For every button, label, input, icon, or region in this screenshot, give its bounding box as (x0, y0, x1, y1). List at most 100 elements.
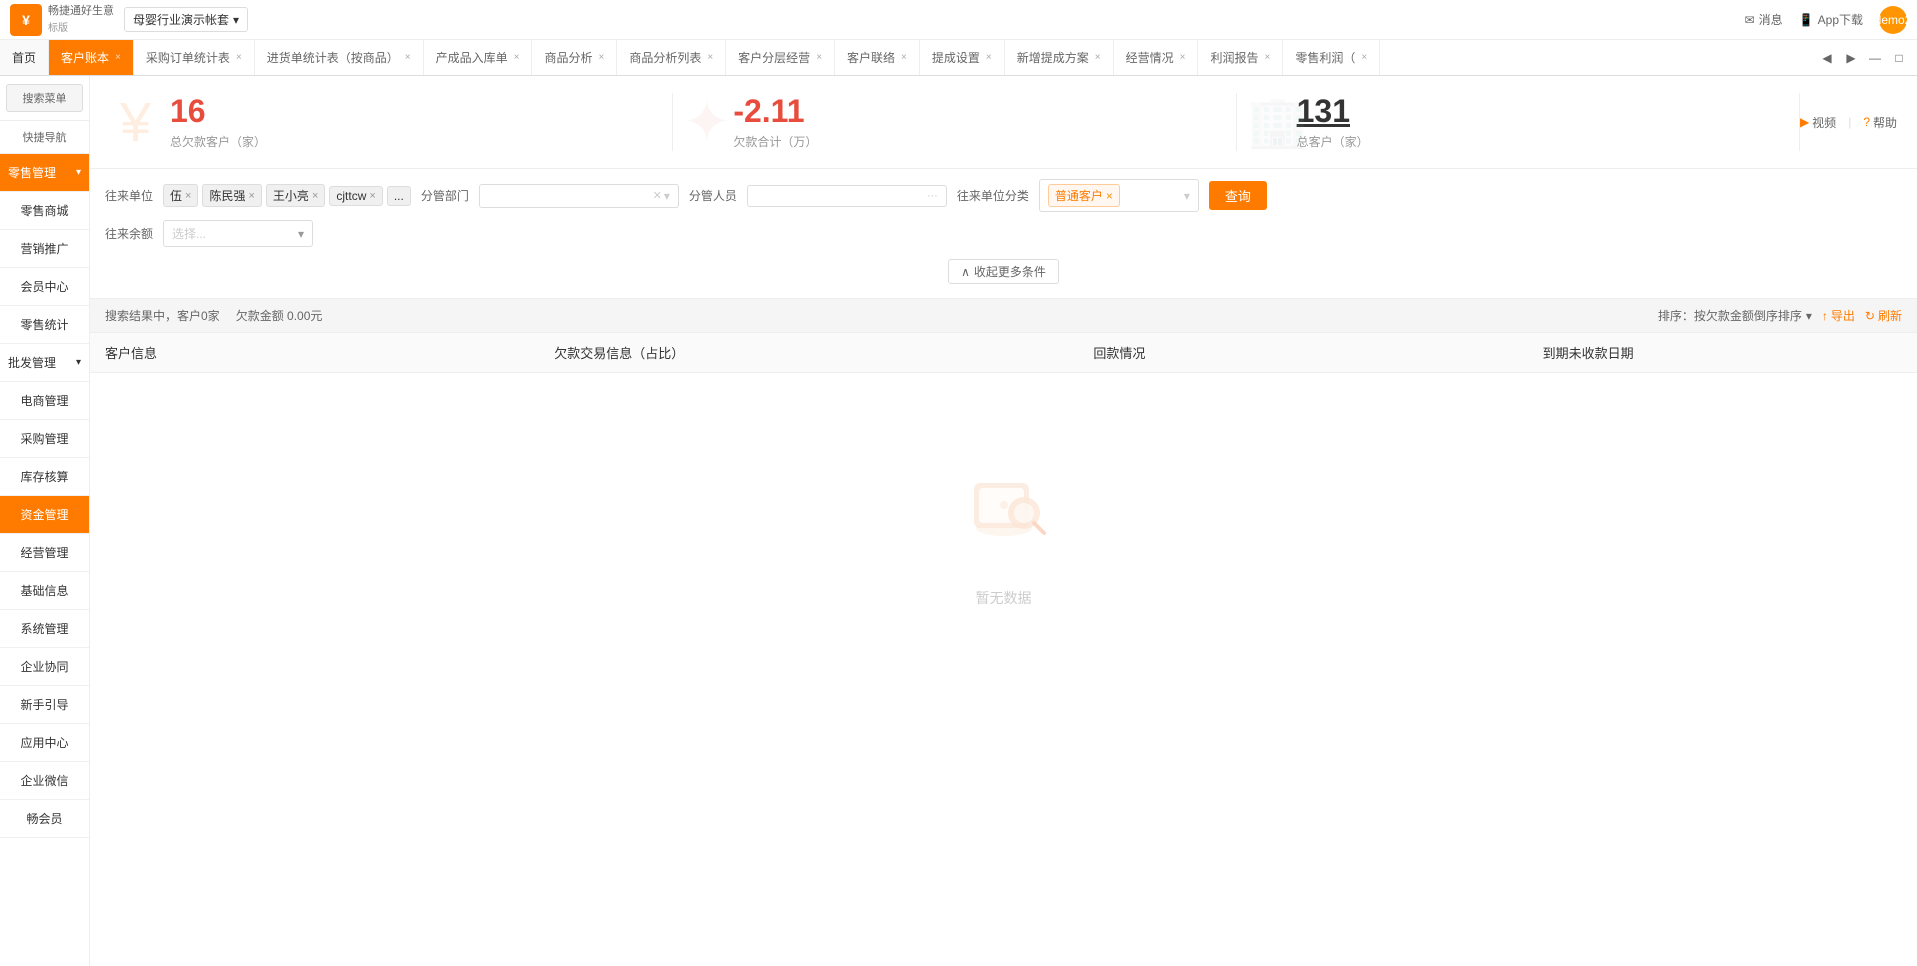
stat-total-clients: 🏢 131 总客户（家） (1237, 86, 1800, 158)
sidebar-item-enterprise-wechat[interactable]: 企业微信 (0, 762, 89, 800)
filter-dept-dropdown[interactable]: ✕ ▾ (479, 184, 679, 208)
filter-tag-cjttcw-close[interactable]: × (369, 190, 375, 202)
sidebar-item-wholesale-mgmt[interactable]: 批发管理 ▾ (0, 344, 89, 382)
filter-person-dropdown[interactable]: ··· (747, 185, 947, 207)
tab-inventory-stats[interactable]: 进货单统计表（按商品） × (255, 40, 424, 76)
filter-category-dropdown[interactable]: 普通客户 × ▾ (1039, 179, 1199, 212)
user-avatar[interactable]: demo2 (1879, 6, 1907, 34)
close-icon[interactable]: × (816, 52, 822, 63)
tab-product-analysis-list-label: 商品分析列表 (629, 49, 701, 66)
tab-prev-button[interactable]: ◀ (1817, 48, 1837, 68)
sidebar-item-ecommerce-mgmt-label: 电商管理 (20, 392, 68, 409)
tab-customer-segment[interactable]: 客户分层经营 × (726, 40, 835, 76)
tab-profit-report[interactable]: 利润报告 × (1198, 40, 1283, 76)
tab-inventory-stats-label: 进货单统计表（按商品） (267, 49, 399, 66)
tab-business-status[interactable]: 经营情况 × (1114, 40, 1199, 76)
video-link[interactable]: ▶ 视频 (1800, 114, 1836, 131)
window-maximize-button[interactable]: □ (1889, 48, 1909, 68)
close-icon[interactable]: × (1361, 52, 1367, 63)
close-icon[interactable]: × (1264, 52, 1270, 63)
filter-tag-chen-close[interactable]: × (248, 190, 254, 202)
sidebar-item-vip-member[interactable]: 畅会员 (0, 800, 89, 838)
filter-tag-more[interactable]: ... (387, 186, 411, 206)
account-selector[interactable]: 母婴行业演示帐套 ▾ (124, 7, 248, 32)
tab-retail-profit-label: 零售利润（ (1295, 49, 1355, 66)
results-bar: 搜索结果中，客户0家 欠款金额 0.00元 排序：按欠款金额倒序排序 ▾ ↑ 导… (90, 299, 1917, 333)
close-icon[interactable]: × (901, 52, 907, 63)
app-download-button[interactable]: 📱 App下载 (1799, 11, 1863, 28)
sidebar-item-new-user-guide[interactable]: 新手引导 (0, 686, 89, 724)
results-actions: 排序：按欠款金额倒序排序 ▾ ↑ 导出 ↻ 刷新 (1658, 307, 1902, 324)
close-icon[interactable]: × (986, 52, 992, 63)
account-name: 母婴行业演示帐套 (133, 11, 229, 28)
export-button[interactable]: ↑ 导出 (1822, 307, 1855, 324)
tab-customer-account[interactable]: 客户账本 × (49, 40, 134, 76)
filter-unit-tags: 伍 × 陈民强 × 王小亮 × cjttcw × (163, 184, 411, 207)
sidebar: 搜索菜单 快捷导航 零售管理 ▾ 零售商城 营销推广 会员中心 零售统计 批发管… (0, 76, 90, 966)
sidebar-item-retail-stats[interactable]: 零售统计 (0, 306, 89, 344)
filter-row-2: 往来余额 选择... ▾ (105, 220, 1902, 247)
close-icon[interactable]: × (514, 52, 520, 63)
filter-tag-wang: 王小亮 × (266, 184, 325, 207)
sidebar-item-enterprise-agreement-label: 企业协同 (20, 658, 68, 675)
close-icon[interactable]: × (115, 52, 121, 63)
sidebar-item-retail-mall-label: 零售商城 (20, 202, 68, 219)
table-header: 客户信息 欠款交易信息（占比） 回款情况 到期未收款日期 (90, 333, 1917, 373)
stat-bg-icon-customers: ¥ (120, 90, 151, 155)
tab-home[interactable]: 首页 (0, 40, 49, 76)
collapse-button[interactable]: ∧ 收起更多条件 (948, 259, 1059, 284)
sidebar-item-new-user-guide-label: 新手引导 (20, 696, 68, 713)
tab-new-promotion[interactable]: 新增提成方案 × (1005, 40, 1114, 76)
clear-icon[interactable]: ✕ (653, 189, 662, 202)
tab-promotion-settings[interactable]: 提成设置 × (920, 40, 1005, 76)
more-icon[interactable]: ··· (927, 190, 938, 202)
help-link[interactable]: ? 帮助 (1863, 114, 1897, 131)
sort-selector[interactable]: 排序：按欠款金额倒序排序 ▾ (1658, 307, 1812, 324)
sidebar-item-purchase-mgmt[interactable]: 采购管理 (0, 420, 89, 458)
sidebar-item-inventory-check[interactable]: 库存核算 (0, 458, 89, 496)
sidebar-item-marketing[interactable]: 营销推广 (0, 230, 89, 268)
tab-product-analysis[interactable]: 商品分析 × (532, 40, 617, 76)
sidebar-item-basic-info[interactable]: 基础信息 (0, 572, 89, 610)
sidebar-item-operations-mgmt[interactable]: 经营管理 (0, 534, 89, 572)
close-icon[interactable]: × (707, 52, 713, 63)
close-icon[interactable]: × (236, 52, 242, 63)
filter-category-label: 往来单位分类 (957, 187, 1029, 204)
tab-product-inbound[interactable]: 产成品入库单 × (424, 40, 533, 76)
close-icon[interactable]: × (1180, 52, 1186, 63)
sidebar-item-retail-stats-label: 零售统计 (20, 316, 68, 333)
tab-retail-profit[interactable]: 零售利润（ × (1283, 40, 1380, 76)
help-icon: ? (1863, 115, 1870, 129)
sidebar-item-system-mgmt[interactable]: 系统管理 (0, 610, 89, 648)
filter-tag-chen: 陈民强 × (202, 184, 261, 207)
tab-purchase-order[interactable]: 采购订单统计表 × (134, 40, 255, 76)
sidebar-item-member-center-label: 会员中心 (20, 278, 68, 295)
filter-balance-dropdown[interactable]: 选择... ▾ (163, 220, 313, 247)
window-minimize-button[interactable]: — (1865, 48, 1885, 68)
filter-person-label: 分管人员 (689, 187, 737, 204)
filter-tag-wang-close[interactable]: × (312, 190, 318, 202)
sidebar-item-member-center[interactable]: 会员中心 (0, 268, 89, 306)
close-icon[interactable]: × (405, 52, 411, 63)
sidebar-item-retail-mgmt[interactable]: 零售管理 ▾ (0, 154, 89, 192)
refresh-button[interactable]: ↻ 刷新 (1865, 307, 1902, 324)
filter-category-clear[interactable]: × (1106, 189, 1113, 203)
sidebar-item-app-center-label: 应用中心 (20, 734, 68, 751)
close-icon[interactable]: × (1095, 52, 1101, 63)
sidebar-item-ecommerce-mgmt[interactable]: 电商管理 (0, 382, 89, 420)
sidebar-item-enterprise-agreement[interactable]: 企业协同 (0, 648, 89, 686)
col-header-date: 到期未收款日期 (1543, 343, 1902, 362)
tab-next-button[interactable]: ▶ (1841, 48, 1861, 68)
tab-product-inbound-label: 产成品入库单 (436, 49, 508, 66)
filter-tag-wu-close[interactable]: × (185, 190, 191, 202)
sidebar-item-capital-mgmt[interactable]: 资金管理 (0, 496, 89, 534)
sidebar-search-button[interactable]: 搜索菜单 (6, 84, 83, 112)
tab-customer-contact[interactable]: 客户联络 × (835, 40, 920, 76)
search-button[interactable]: 查询 (1209, 181, 1267, 210)
message-button[interactable]: ✉ 消息 (1745, 11, 1783, 28)
sidebar-item-retail-mall[interactable]: 零售商城 (0, 192, 89, 230)
sidebar-item-quick-nav[interactable]: 快捷导航 (0, 121, 89, 154)
tab-product-analysis-list[interactable]: 商品分析列表 × (617, 40, 726, 76)
close-icon[interactable]: × (598, 52, 604, 63)
sidebar-item-app-center[interactable]: 应用中心 (0, 724, 89, 762)
